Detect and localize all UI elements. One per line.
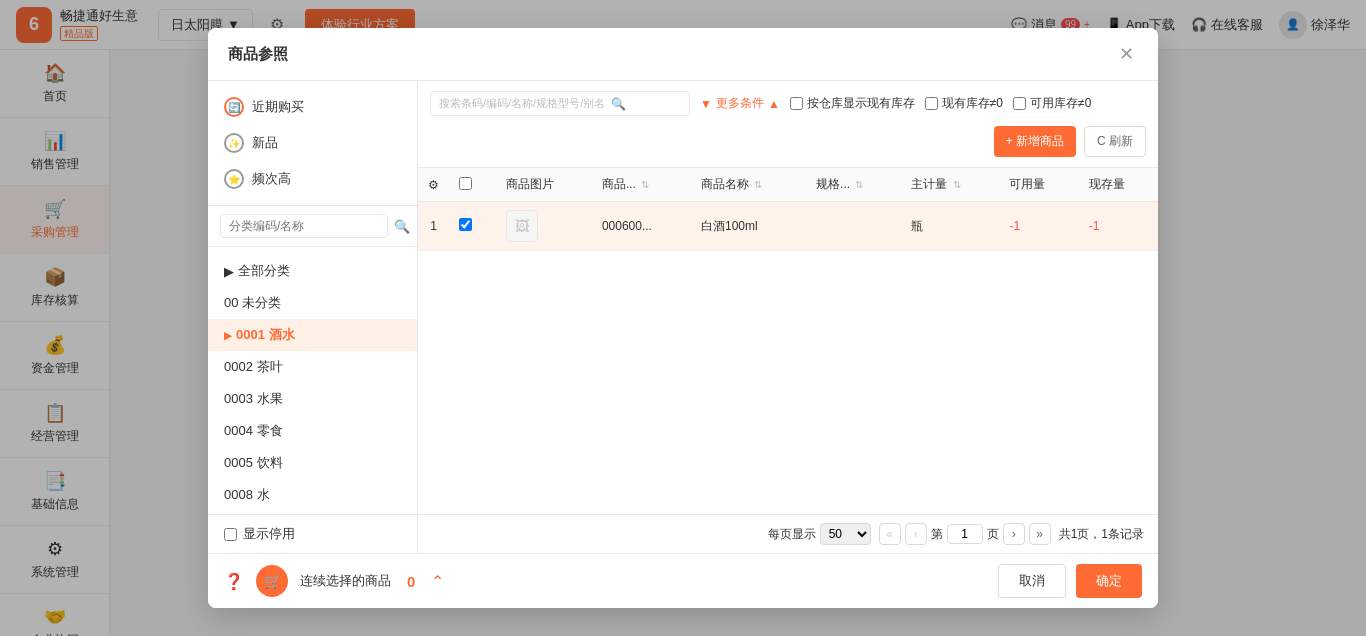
category-liquor[interactable]: ▶ 0001 酒水 [208,319,417,351]
modal-toolbar: 搜索条码/编码/名称/规格型号/别名 🔍 ▼ 更多条件 ▲ 按仓库显示现有库存 [418,81,1158,168]
category-all[interactable]: ▶ 全部分类 [208,255,417,287]
next-page-button[interactable]: › [1003,523,1025,545]
category-fruit[interactable]: 0003 水果 [208,383,417,415]
expand-icon: ▶ [224,264,234,279]
prev-page-button[interactable]: ‹ [905,523,927,545]
category-search-bar: 🔍 [208,206,417,247]
gear-col-icon[interactable]: ⚙ [428,178,439,192]
page-navigation: « ‹ 第 页 › » [879,523,1051,545]
add-product-button[interactable]: + 新增商品 [994,126,1076,157]
search-icon: 🔍 [611,97,626,111]
sort-name-icon: ⇅ [754,179,762,190]
col-name[interactable]: 商品名称 ⇅ [691,168,806,202]
category-search-input[interactable] [220,214,388,238]
table-row[interactable]: 1 🖼 000600... [418,202,1158,251]
product-table: ⚙ 商品图片 商品... ⇅ [418,168,1158,251]
modal-close-button[interactable]: ✕ [1114,42,1138,66]
filter-icon: ▼ [700,97,712,111]
sort-code-icon: ⇅ [641,179,649,190]
tab-recent-purchase[interactable]: 🔄 近期购买 [208,89,417,125]
product-reference-modal: 商品参照 ✕ 🔄 近期购买 ✨ 新品 ⭐ 频次高 [208,28,1158,608]
modal-overlay: 商品参照 ✕ 🔄 近期购买 ✨ 新品 ⭐ 频次高 [0,0,1366,636]
filter-arrow-icon: ▲ [768,97,780,111]
available-stock-filter: 可用库存≠0 [1013,95,1091,112]
modal-header: 商品参照 ✕ [208,28,1158,81]
category-beverage[interactable]: 0005 饮料 [208,447,417,479]
modal-title: 商品参照 [228,45,288,64]
warehouse-stock-filter: 按仓库显示现有库存 [790,95,915,112]
product-table-wrap: ⚙ 商品图片 商品... ⇅ [418,168,1158,514]
per-page-dropdown[interactable]: 50 10 20 100 [820,523,871,545]
row-image-cell: 🖼 [496,202,592,251]
row-unit-cell: 瓶 [901,202,999,251]
recent-icon: 🔄 [224,97,244,117]
cart-count: 0 [407,573,415,590]
display-disabled-area: 显示停用 [208,514,417,553]
cancel-button[interactable]: 取消 [998,564,1066,598]
pagination-bar: 每页显示 50 10 20 100 « ‹ 第 页 [418,514,1158,553]
col-checkbox [449,168,496,202]
new-icon: ✨ [224,133,244,153]
category-water[interactable]: 0008 水 [208,479,417,511]
select-all-checkbox[interactable] [459,177,472,190]
footer-action-buttons: 取消 确定 [998,564,1142,598]
modal-footer: ❓ 🛒 连续选择的商品 0 ⌃ 取消 确定 [208,553,1158,608]
col-gear: ⚙ [418,168,449,202]
arrow-icon: ▶ [224,330,232,341]
more-filters-button[interactable]: ▼ 更多条件 ▲ [700,95,780,112]
category-tea[interactable]: 0002 茶叶 [208,351,417,383]
modal-body: 🔄 近期购买 ✨ 新品 ⭐ 频次高 🔍 [208,81,1158,553]
modal-right-panel: 搜索条码/编码/名称/规格型号/别名 🔍 ▼ 更多条件 ▲ 按仓库显示现有库存 [418,81,1158,553]
refresh-button[interactable]: C 刷新 [1084,126,1146,157]
display-disabled-label: 显示停用 [243,525,295,543]
modal-left-panel: 🔄 近期购买 ✨ 新品 ⭐ 频次高 🔍 [208,81,418,553]
category-list: ▶ 全部分类 00 未分类 ▶ 0001 酒水 0002 茶叶 0003 水果 [208,247,417,514]
last-page-button[interactable]: » [1029,523,1051,545]
footer-collapse-button[interactable]: ⌃ [431,572,444,591]
total-info: 共1页，1条记录 [1059,526,1144,543]
sort-unit-icon: ⇅ [953,179,961,190]
tab-frequent[interactable]: ⭐ 频次高 [208,161,417,197]
row-spec-cell [806,202,901,251]
category-snack[interactable]: 0004 零食 [208,415,417,447]
row-num: 1 [418,202,449,251]
left-tabs: 🔄 近期购买 ✨ 新品 ⭐ 频次高 [208,81,417,206]
row-select-checkbox[interactable] [459,218,472,231]
sort-spec-icon: ⇅ [855,179,863,190]
col-unit[interactable]: 主计量 ⇅ [901,168,999,202]
confirm-button[interactable]: 确定 [1076,564,1142,598]
row-checkbox-cell [449,202,496,251]
current-stock-checkbox[interactable] [925,97,938,110]
row-stock-cell: -1 [1079,202,1158,251]
cart-button[interactable]: 🛒 [256,565,288,597]
row-name-cell: 白酒100ml [691,202,806,251]
first-page-button[interactable]: « [879,523,901,545]
category-search-icon[interactable]: 🔍 [394,219,410,234]
row-available-cell: -1 [999,202,1078,251]
current-stock-filter: 现有库存≠0 [925,95,1003,112]
page-number-input[interactable] [947,524,983,544]
warehouse-stock-checkbox[interactable] [790,97,803,110]
product-search-bar[interactable]: 搜索条码/编码/名称/规格型号/别名 🔍 [430,91,690,116]
image-placeholder-icon: 🖼 [515,218,529,234]
help-icon[interactable]: ❓ [224,572,244,591]
tab-new-products[interactable]: ✨ 新品 [208,125,417,161]
search-placeholder-text: 搜索条码/编码/名称/规格型号/别名 [439,96,605,111]
col-stock: 现存量 [1079,168,1158,202]
col-code[interactable]: 商品... ⇅ [592,168,691,202]
category-uncategorized[interactable]: 00 未分类 [208,287,417,319]
col-available: 可用量 [999,168,1078,202]
display-disabled-checkbox[interactable] [224,528,237,541]
col-image: 商品图片 [496,168,592,202]
cart-label: 连续选择的商品 [300,572,391,590]
available-stock-checkbox[interactable] [1013,97,1026,110]
frequent-icon: ⭐ [224,169,244,189]
row-code-cell: 000600... [592,202,691,251]
col-spec[interactable]: 规格... ⇅ [806,168,901,202]
product-thumbnail: 🖼 [506,210,538,242]
toolbar-right-buttons: + 新增商品 C 刷新 [994,126,1146,157]
per-page-select: 每页显示 50 10 20 100 [768,523,871,545]
